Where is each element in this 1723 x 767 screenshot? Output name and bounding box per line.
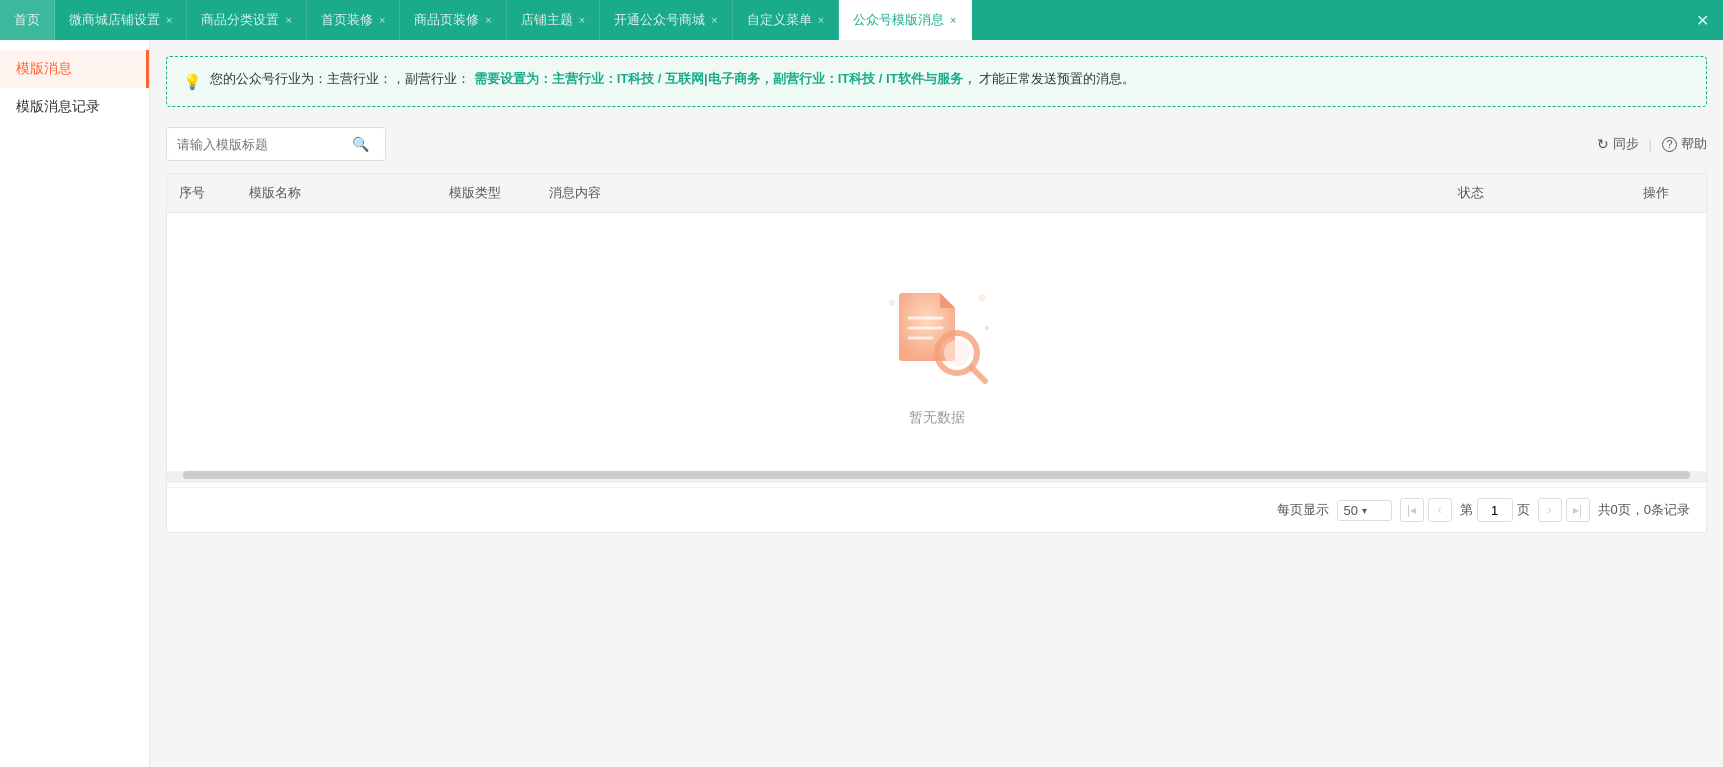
sidebar-item-template-record[interactable]: 模版消息记录 [0,88,149,126]
nav-tab-category[interactable]: 商品分类设置 × [187,0,306,40]
templatemsgs-tab-label: 公众号模版消息 [853,11,944,29]
nav-tab-productpage[interactable]: 商品页装修 × [400,0,506,40]
pagination: 每页显示 50 ▾ |◂ ‹ 第 页 [167,487,1706,532]
sync-button[interactable]: ↻ 同步 [1597,135,1639,153]
empty-text: 暂无数据 [909,409,965,427]
theme-tab-label: 店铺主题 [521,11,573,29]
productpage-tab-label: 商品页装修 [414,11,479,29]
notice-icon: 💡 [183,70,202,94]
sync-icon: ↻ [1597,136,1609,152]
nav-tab-templatemsgs[interactable]: 公众号模版消息 × [839,0,971,40]
last-page-button[interactable]: ▸| [1566,498,1590,522]
svg-point-7 [978,294,986,302]
page-nav-next: › ▸| [1538,498,1590,522]
prev-page-icon: ‹ [1438,503,1442,517]
th-action: 操作 [1606,174,1706,212]
page-prefix: 第 [1460,501,1473,519]
next-page-button[interactable]: › [1538,498,1562,522]
svg-point-8 [985,326,989,330]
page-size-label: 每页显示 [1277,501,1329,519]
homepage-tab-close[interactable]: × [379,15,385,26]
svg-point-6 [889,300,895,306]
page-input-wrap: 第 页 [1460,498,1530,522]
weshop-tab-close[interactable]: × [166,15,172,26]
openstore-tab-close[interactable]: × [711,15,717,26]
search-bar: 🔍 ↻ 同步 | ? 帮助 [166,127,1707,161]
help-button[interactable]: ? 帮助 [1662,135,1707,153]
prev-page-button[interactable]: ‹ [1428,498,1452,522]
sidebar-item-template-record-label: 模版消息记录 [16,98,100,114]
sidebar-item-template-msg[interactable]: 模版消息 [0,50,149,88]
notice-highlight: 需要设置为：主营行业：IT科技 / 互联网|电子商务，副营行业：IT科技 / I… [474,71,976,86]
top-nav: 首页 微商城店铺设置 × 商品分类设置 × 首页装修 × 商品页装修 × 店铺主… [0,0,1723,40]
page-suffix: 页 [1517,501,1530,519]
homepage-tab-label: 首页装修 [321,11,373,29]
nav-tab-weshop[interactable]: 微商城店铺设置 × [55,0,187,40]
th-content: 消息内容 [537,174,1446,212]
search-icon[interactable]: 🔍 [352,136,369,152]
close-all-button[interactable]: ✕ [1682,11,1723,30]
page-nav: |◂ ‹ [1400,498,1452,522]
notice-bar: 💡 您的公众号行业为：主营行业：，副营行业： 需要设置为：主营行业：IT科技 /… [166,56,1707,107]
empty-illustration [877,273,997,393]
page-size-value: 50 [1344,503,1358,518]
horizontal-scrollbar[interactable] [167,471,1706,483]
templatemsgs-tab-close[interactable]: × [950,15,956,26]
sidebar: 模版消息 模版消息记录 [0,40,150,767]
first-page-button[interactable]: |◂ [1400,498,1424,522]
table-header: 序号 模版名称 模版类型 消息内容 状态 操作 [167,174,1706,213]
home-tab-label: 首页 [14,11,40,29]
scrollbar-thumb[interactable] [183,471,1690,479]
search-actions: ↻ 同步 | ? 帮助 [1597,135,1707,153]
search-input[interactable] [177,128,352,160]
search-input-wrap: 🔍 [166,127,386,161]
notice-suffix: 才能正常发送预置的消息。 [979,71,1135,86]
category-tab-close[interactable]: × [285,15,291,26]
svg-point-4 [944,340,970,366]
custommenu-tab-close[interactable]: × [818,15,824,26]
notice-prefix: 您的公众号行业为：主营行业：，副营行业： [210,71,470,86]
svg-line-5 [972,368,985,381]
sync-label: 同步 [1613,135,1639,153]
content-area: 💡 您的公众号行业为：主营行业：，副营行业： 需要设置为：主营行业：IT科技 /… [150,40,1723,767]
th-name: 模版名称 [237,174,437,212]
th-type: 模版类型 [437,174,537,212]
th-seq: 序号 [167,174,237,212]
category-tab-label: 商品分类设置 [201,11,279,29]
page-size-select[interactable]: 50 ▾ [1337,500,1392,521]
weshop-tab-label: 微商城店铺设置 [69,11,160,29]
nav-tab-custommenu[interactable]: 自定义菜单 × [733,0,839,40]
theme-tab-close[interactable]: × [579,15,585,26]
nav-tab-openstore[interactable]: 开通公众号商城 × [600,0,732,40]
next-page-icon: › [1548,503,1552,517]
sidebar-item-template-msg-label: 模版消息 [16,60,72,76]
notice-text: 您的公众号行业为：主营行业：，副营行业： 需要设置为：主营行业：IT科技 / 互… [210,69,1135,90]
th-status: 状态 [1446,174,1606,212]
nav-tab-home[interactable]: 首页 [0,0,55,40]
productpage-tab-close[interactable]: × [485,15,491,26]
total-text: 共0页，0条记录 [1598,501,1690,519]
custommenu-tab-label: 自定义菜单 [747,11,812,29]
help-label: 帮助 [1681,135,1707,153]
divider: | [1649,137,1652,152]
nav-tab-theme[interactable]: 店铺主题 × [507,0,600,40]
main-layout: 模版消息 模版消息记录 💡 您的公众号行业为：主营行业：，副营行业： 需要设置为… [0,40,1723,767]
page-size-dropdown-icon: ▾ [1362,505,1367,516]
help-icon: ? [1662,137,1677,152]
page-number-input[interactable] [1477,498,1513,522]
first-page-icon: |◂ [1407,503,1416,517]
data-table: 序号 模版名称 模版类型 消息内容 状态 操作 [166,173,1707,533]
empty-state: 暂无数据 [167,213,1706,467]
last-page-icon: ▸| [1573,503,1582,517]
openstore-tab-label: 开通公众号商城 [614,11,705,29]
nav-tab-homepage[interactable]: 首页装修 × [307,0,400,40]
